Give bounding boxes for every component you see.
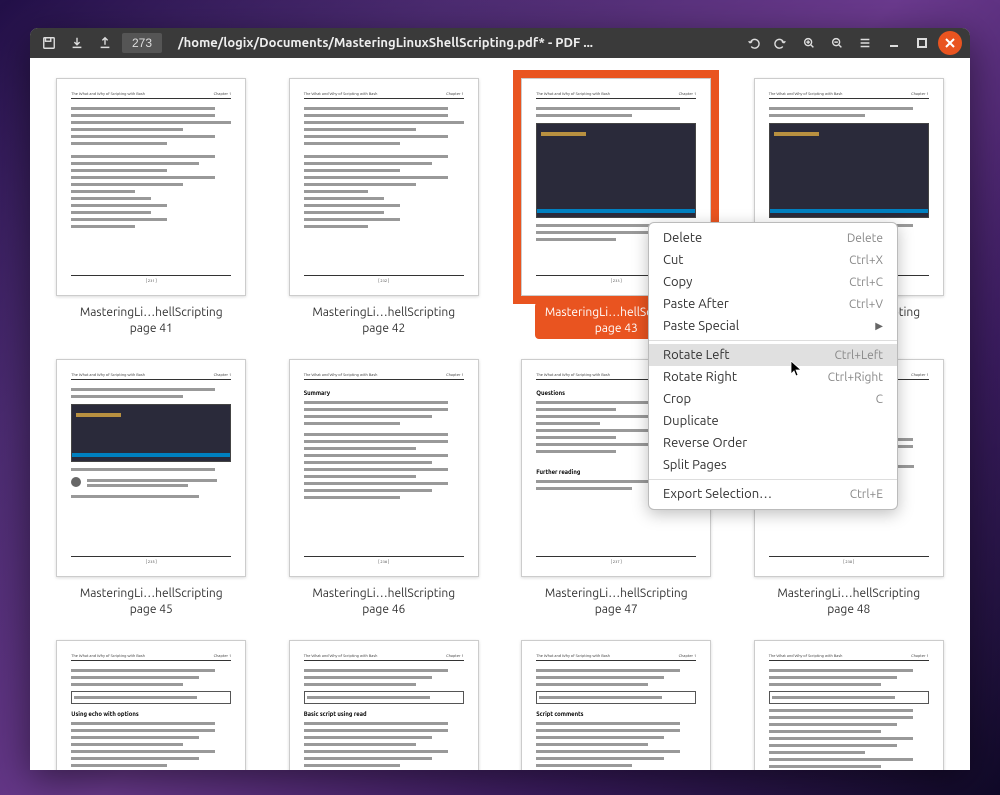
page-preview: The What and Why of Scripting with BashC… xyxy=(56,359,246,577)
menu-item-label: Copy xyxy=(663,275,692,289)
menu-item-label: Paste After xyxy=(663,297,729,311)
shortcut-label: Ctrl+C xyxy=(849,276,883,289)
import-icon[interactable] xyxy=(66,32,88,54)
shortcut-label: Ctrl+E xyxy=(850,488,883,501)
window-title: /home/logix/Documents/MasteringLinuxShel… xyxy=(168,36,736,50)
zoom-out-icon[interactable] xyxy=(826,32,848,54)
menu-item-label: Delete xyxy=(663,231,702,245)
menu-item-label: Crop xyxy=(663,392,691,406)
menu-item-duplicate[interactable]: Duplicate xyxy=(649,410,897,432)
menu-item-label: Duplicate xyxy=(663,414,719,428)
zoom-in-icon[interactable] xyxy=(798,32,820,54)
menu-item-paste-after[interactable]: Paste After Ctrl+V xyxy=(649,293,897,315)
page-thumbnail[interactable]: The What and Why of Scripting with BashC… xyxy=(738,640,961,770)
export-icon[interactable] xyxy=(94,32,116,54)
page-preview: The What and Why of Scripting with BashC… xyxy=(521,640,711,770)
menu-item-label: Paste Special xyxy=(663,319,739,333)
menu-item-delete[interactable]: Delete Delete xyxy=(649,227,897,249)
undo-icon[interactable] xyxy=(742,32,764,54)
shortcut-label: C xyxy=(876,393,883,406)
menu-item-label: Rotate Left xyxy=(663,348,730,362)
menu-item-copy[interactable]: Copy Ctrl+C xyxy=(649,271,897,293)
page-preview: The What and Why of Scripting with BashC… xyxy=(289,359,479,577)
thumbnail-label: MasteringLi…hellScriptingpage 47 xyxy=(545,583,688,620)
menu-item-label: Export Selection… xyxy=(663,487,772,501)
menu-item-split-pages[interactable]: Split Pages xyxy=(649,454,897,476)
page-preview: The What and Why of Scripting with BashC… xyxy=(754,640,944,770)
menu-item-reverse-order[interactable]: Reverse Order xyxy=(649,432,897,454)
menu-item-rotate-left[interactable]: Rotate Left Ctrl+Left xyxy=(649,344,897,366)
page-thumbnail[interactable]: The What and Why of Scripting with BashC… xyxy=(505,640,728,770)
context-menu: Delete Delete Cut Ctrl+X Copy Ctrl+C Paste Aft… xyxy=(648,222,898,510)
page-thumbnail[interactable]: The What and Why of Scripting with BashC… xyxy=(273,640,496,770)
menu-separator xyxy=(649,340,897,341)
page-number-input[interactable] xyxy=(122,33,162,53)
page-thumbnail[interactable]: The What and Why of Scripting with BashC… xyxy=(40,78,263,339)
page-thumbnail[interactable]: The What and Why of Scripting with BashC… xyxy=(273,78,496,339)
menu-item-label: Cut xyxy=(663,253,683,267)
shortcut-label: Ctrl+Right xyxy=(828,371,883,384)
thumbnail-label: MasteringLi…hellScriptingpage 42 xyxy=(312,302,455,339)
minimize-button[interactable] xyxy=(882,31,906,55)
page-preview: The What and Why of Scripting with BashC… xyxy=(289,640,479,770)
page-preview: The What and Why of Scripting with BashC… xyxy=(56,640,246,770)
shortcut-label: Delete xyxy=(847,232,883,245)
menu-icon[interactable] xyxy=(854,32,876,54)
shortcut-label: Ctrl+V xyxy=(849,298,883,311)
maximize-button[interactable] xyxy=(910,31,934,55)
close-button[interactable] xyxy=(938,31,962,55)
menu-item-rotate-right[interactable]: Rotate Right Ctrl+Right xyxy=(649,366,897,388)
menu-item-label: Split Pages xyxy=(663,458,727,472)
menu-separator xyxy=(649,479,897,480)
submenu-arrow-icon: ▶ xyxy=(875,320,883,332)
thumbnail-label: MasteringLi…hellScriptingpage 41 xyxy=(80,302,223,339)
shortcut-label: Ctrl+Left xyxy=(834,349,883,362)
menu-item-label: Rotate Right xyxy=(663,370,737,384)
page-thumbnail[interactable]: The What and Why of Scripting with BashC… xyxy=(273,359,496,620)
page-thumbnail[interactable]: The What and Why of Scripting with BashC… xyxy=(40,640,263,770)
thumbnail-label: MasteringLi…hellScriptingpage 46 xyxy=(312,583,455,620)
menu-item-export-selection-[interactable]: Export Selection… Ctrl+E xyxy=(649,483,897,505)
titlebar: /home/logix/Documents/MasteringLinuxShel… xyxy=(30,28,970,58)
menu-item-crop[interactable]: Crop C xyxy=(649,388,897,410)
save-icon[interactable] xyxy=(38,32,60,54)
page-preview: The What and Why of Scripting with BashC… xyxy=(289,78,479,296)
thumbnail-label: MasteringLi…hellScriptingpage 48 xyxy=(777,583,920,620)
menu-item-label: Reverse Order xyxy=(663,436,747,450)
shortcut-label: Ctrl+X xyxy=(849,254,883,267)
page-preview: The What and Why of Scripting with BashC… xyxy=(56,78,246,296)
thumbnail-label: MasteringLi…hellScriptingpage 45 xyxy=(80,583,223,620)
menu-item-cut[interactable]: Cut Ctrl+X xyxy=(649,249,897,271)
menu-item-paste-special[interactable]: Paste Special ▶ xyxy=(649,315,897,337)
page-thumbnail[interactable]: The What and Why of Scripting with BashC… xyxy=(40,359,263,620)
redo-icon[interactable] xyxy=(770,32,792,54)
